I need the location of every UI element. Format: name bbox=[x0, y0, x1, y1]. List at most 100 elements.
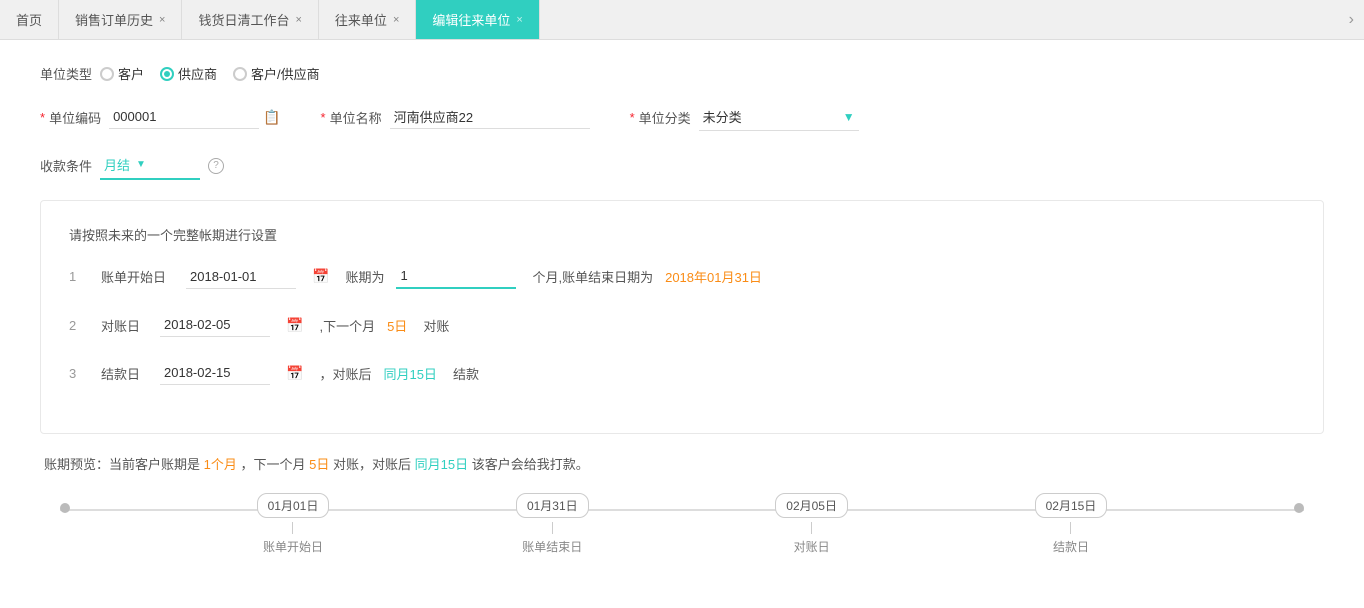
settings-title: 请按照未来的一个完整帐期进行设置 bbox=[69, 225, 1295, 244]
tab-partner-units-label: 往来单位 bbox=[335, 10, 387, 29]
reconcile-date-input[interactable] bbox=[160, 313, 270, 337]
payment-help-icon[interactable]: ? bbox=[208, 158, 224, 174]
unit-category-label: 单位分类 bbox=[639, 108, 691, 127]
timeline-node-3: 02月05日 对账日 bbox=[775, 493, 848, 555]
timeline-node-2: 01月31日 账单结束日 bbox=[516, 493, 589, 555]
unit-category-required: * bbox=[630, 110, 635, 125]
preview-mid1: ，下一个月 bbox=[241, 457, 306, 472]
reconcile-prefix: ,下一个月 bbox=[319, 316, 375, 335]
unit-name-group: * 单位名称 bbox=[321, 105, 590, 129]
period-unit-label: 个月,账单结束日期为 bbox=[532, 267, 653, 286]
timeline-node-1-badge: 01月01日 bbox=[257, 493, 330, 518]
reconcile-suffix: 对账 bbox=[423, 316, 449, 335]
tab-edit-partner-units-close[interactable]: × bbox=[516, 14, 522, 26]
tab-bar: 首页 销售订单历史 × 钱货日清工作台 × 往来单位 × 编辑往来单位 × › bbox=[0, 0, 1364, 40]
tab-partner-units-close[interactable]: × bbox=[393, 14, 399, 26]
timeline-section: 01月01日 账单开始日 01月31日 账单结束日 02月05日 对账日 02月… bbox=[40, 493, 1324, 555]
setting-item-3: 3 结款日 📅 ，对账后 同月15日 结款 bbox=[69, 361, 1295, 385]
radio-supplier[interactable]: 供应商 bbox=[160, 64, 217, 83]
unit-type-row: 单位类型 客户 供应商 客户/供应商 bbox=[40, 64, 1324, 83]
payment-condition-value: 月结 bbox=[104, 155, 130, 174]
timeline-node-4-label: 结款日 bbox=[1053, 538, 1089, 555]
radio-customer[interactable]: 客户 bbox=[100, 64, 144, 83]
unit-code-icon[interactable]: 📋 bbox=[263, 109, 280, 126]
start-date-calendar-icon[interactable]: 📅 bbox=[312, 268, 329, 285]
timeline-node-1: 01月01日 账单开始日 bbox=[257, 493, 330, 555]
unit-category-group: * 单位分类 未分类 ▼ bbox=[630, 103, 859, 131]
timeline-node-1-label: 账单开始日 bbox=[263, 538, 323, 555]
tab-home[interactable]: 首页 bbox=[0, 0, 59, 39]
timeline-node-4-badge: 02月15日 bbox=[1035, 493, 1108, 518]
tab-home-label: 首页 bbox=[16, 10, 42, 29]
tab-edit-partner-units-label: 编辑往来单位 bbox=[432, 10, 510, 29]
tab-sales-order-history[interactable]: 销售订单历史 × bbox=[59, 0, 182, 39]
payment-suffix: 结款 bbox=[453, 364, 479, 383]
preview-text: 账期预览：当前客户账期是 1个月 ，下一个月 5日 对账，对账后 同月15日 该… bbox=[40, 454, 1324, 473]
timeline-node-2-stem bbox=[552, 522, 553, 534]
tab-partner-units[interactable]: 往来单位 × bbox=[319, 0, 416, 39]
preview-part3: 同月15日 bbox=[415, 457, 468, 472]
period-end-date: 2018年01月31日 bbox=[665, 267, 762, 286]
timeline-left-dot bbox=[60, 503, 70, 513]
preview-part2: 5日 bbox=[309, 457, 329, 472]
tab-sales-order-history-label: 销售订单历史 bbox=[75, 10, 153, 29]
preview-prefix: 账期预览：当前客户账期是 bbox=[44, 457, 200, 472]
preview-mid2: 对账，对账后 bbox=[333, 457, 411, 472]
unit-name-label: 单位名称 bbox=[330, 108, 382, 127]
page-content: 单位类型 客户 供应商 客户/供应商 * 单位编码 📋 bbox=[0, 40, 1364, 608]
reconcile-highlight-day: 5日 bbox=[387, 316, 407, 335]
setting-num-3: 3 bbox=[69, 366, 89, 381]
unit-code-input[interactable] bbox=[109, 105, 259, 129]
unit-code-required: * bbox=[40, 110, 45, 125]
timeline-node-3-label: 对账日 bbox=[794, 538, 830, 555]
timeline-node-3-stem bbox=[811, 522, 812, 534]
timeline-node-3-badge: 02月05日 bbox=[775, 493, 848, 518]
setting-label-1: 账单开始日 bbox=[101, 267, 166, 286]
timeline-right-dot bbox=[1294, 503, 1304, 513]
setting-label-2: 对账日 bbox=[101, 316, 140, 335]
timeline-right-end bbox=[1294, 493, 1304, 513]
timeline-left-end bbox=[60, 493, 70, 513]
unit-code-group: * 单位编码 📋 bbox=[40, 105, 281, 129]
payment-condition-label: 收款条件 bbox=[40, 156, 92, 175]
timeline-node-2-label: 账单结束日 bbox=[522, 538, 582, 555]
setting-label-3: 结款日 bbox=[101, 364, 140, 383]
unit-name-input[interactable] bbox=[390, 105, 590, 129]
setting-item-2: 2 对账日 📅 ,下一个月 5日 对账 bbox=[69, 313, 1295, 337]
payment-highlight-day: 同月15日 bbox=[383, 364, 436, 383]
radio-supplier-circle bbox=[160, 67, 174, 81]
unit-info-row: * 单位编码 📋 * 单位名称 * 单位分类 未分类 ▼ bbox=[40, 103, 1324, 131]
tab-edit-partner-units[interactable]: 编辑往来单位 × bbox=[416, 0, 539, 39]
radio-customer-circle bbox=[100, 67, 114, 81]
reconcile-date-calendar-icon[interactable]: 📅 bbox=[286, 317, 303, 334]
preview-suffix: 该客户会给我打款。 bbox=[472, 457, 589, 472]
period-label: 账期为 bbox=[345, 267, 384, 286]
payment-condition-arrow: ▼ bbox=[136, 159, 146, 170]
radio-customer-supplier[interactable]: 客户/供应商 bbox=[233, 64, 320, 83]
timeline-node-4-stem bbox=[1070, 522, 1071, 534]
payment-condition-select[interactable]: 月结 ▼ bbox=[100, 151, 200, 180]
tab-cash-reconciliation[interactable]: 钱货日清工作台 × bbox=[182, 0, 318, 39]
radio-customer-supplier-circle bbox=[233, 67, 247, 81]
timeline-node-4: 02月15日 结款日 bbox=[1035, 493, 1108, 555]
tab-cash-reconciliation-label: 钱货日清工作台 bbox=[198, 10, 289, 29]
preview-part1: 1个月 bbox=[204, 457, 237, 472]
setting-num-1: 1 bbox=[69, 269, 89, 284]
tab-sales-order-history-close[interactable]: × bbox=[159, 14, 165, 26]
unit-category-value: 未分类 bbox=[703, 107, 835, 126]
timeline-nodes: 01月01日 账单开始日 01月31日 账单结束日 02月05日 对账日 02月… bbox=[60, 493, 1304, 555]
setting-item-1: 1 账单开始日 📅 账期为 个月,账单结束日期为 2018年01月31日 bbox=[69, 264, 1295, 289]
unit-code-label: 单位编码 bbox=[49, 108, 101, 127]
unit-category-arrow: ▼ bbox=[843, 110, 855, 124]
radio-customer-label: 客户 bbox=[118, 64, 144, 83]
payment-prefix: ，对账后 bbox=[319, 364, 371, 383]
period-value-input[interactable] bbox=[396, 264, 516, 289]
timeline-node-2-badge: 01月31日 bbox=[516, 493, 589, 518]
tab-cash-reconciliation-close[interactable]: × bbox=[295, 14, 301, 26]
unit-category-select[interactable]: 未分类 ▼ bbox=[699, 103, 859, 131]
start-date-input[interactable] bbox=[186, 265, 296, 289]
tab-expand-button[interactable]: › bbox=[1339, 0, 1364, 39]
payment-date-input[interactable] bbox=[160, 361, 270, 385]
timeline-node-1-stem bbox=[292, 522, 293, 534]
payment-date-calendar-icon[interactable]: 📅 bbox=[286, 365, 303, 382]
